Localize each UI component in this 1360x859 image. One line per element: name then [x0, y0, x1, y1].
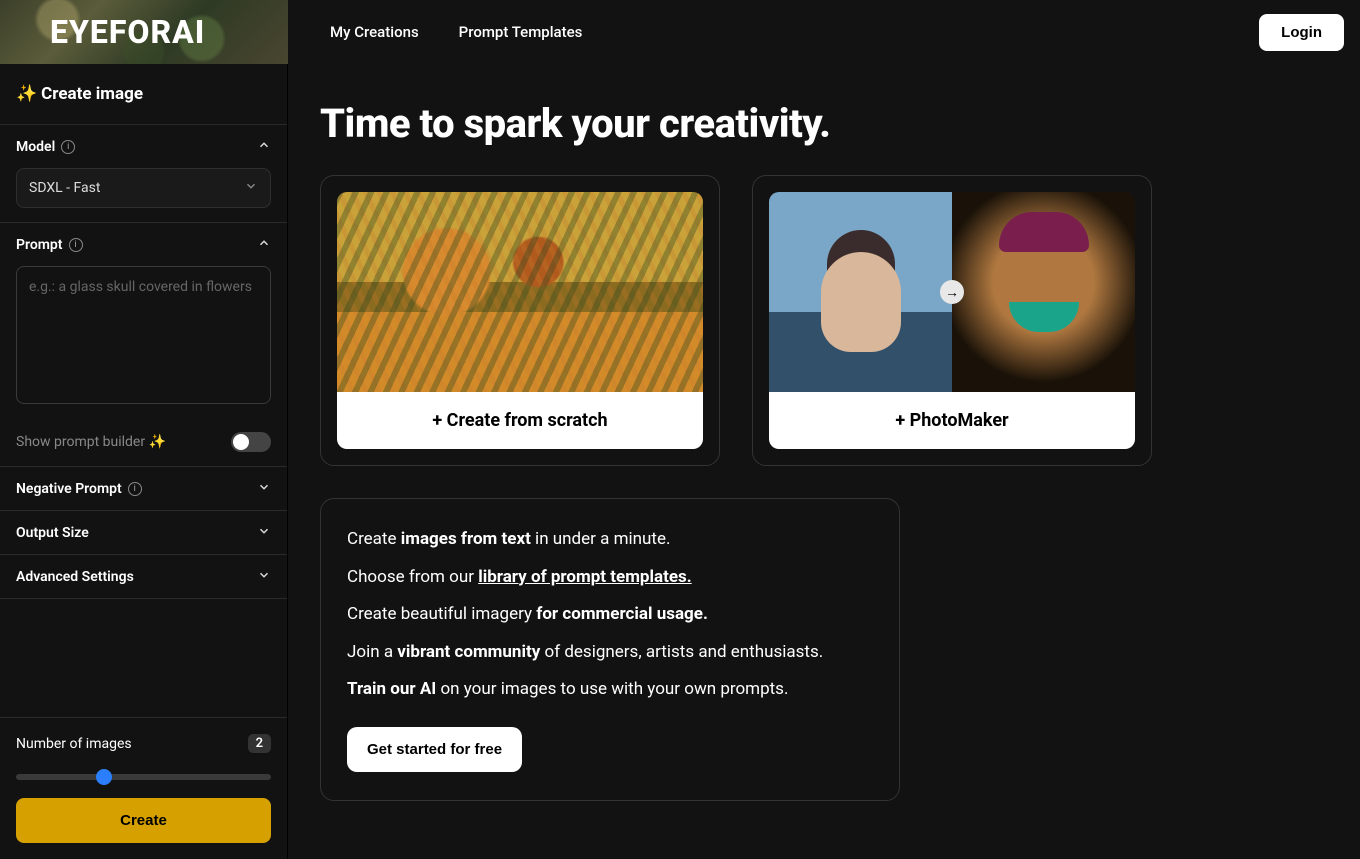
- prompt-builder-row: Show prompt builder ✨: [0, 422, 287, 466]
- photomaker-card-label: + PhotoMaker: [769, 392, 1135, 449]
- top-bar: EYEFORAI My Creations Prompt Templates L…: [0, 0, 1360, 64]
- advanced-settings-section: Advanced Settings: [0, 555, 287, 599]
- prompt-input[interactable]: [16, 266, 271, 404]
- feature-line-5: Train our AI on your images to use with …: [347, 677, 873, 703]
- output-size-label: Output Size: [16, 525, 89, 541]
- model-selected-value: SDXL - Fast: [29, 180, 100, 196]
- nav-prompt-templates[interactable]: Prompt Templates: [459, 23, 583, 41]
- model-section-header[interactable]: Model i: [0, 125, 287, 168]
- num-images-value: 2: [248, 734, 271, 753]
- photomaker-card-image: →: [769, 192, 1135, 392]
- chevron-down-icon: [244, 179, 258, 197]
- page-title: Time to spark your creativity.: [320, 64, 1328, 175]
- chevron-up-icon: [257, 235, 271, 254]
- feature-line-1: Create images from text in under a minut…: [347, 527, 873, 553]
- prompt-section: Prompt i Show prompt builder ✨: [0, 223, 287, 467]
- brand-logo-text[interactable]: EYEFORAI: [50, 13, 205, 51]
- model-section: Model i SDXL - Fast: [0, 125, 287, 223]
- create-image-label: Create image: [41, 84, 143, 104]
- photomaker-card[interactable]: → + PhotoMaker: [752, 175, 1152, 466]
- output-size-section: Output Size: [0, 511, 287, 555]
- prompt-label: Prompt: [16, 237, 63, 253]
- prompt-section-header[interactable]: Prompt i: [0, 223, 287, 266]
- chevron-down-icon: [257, 479, 271, 498]
- negative-prompt-header[interactable]: Negative Prompt i: [0, 467, 287, 510]
- chevron-up-icon: [257, 137, 271, 156]
- sidebar-bottom: Number of images 2 Create: [0, 717, 287, 859]
- create-image-header: ✨Create image: [0, 64, 287, 125]
- advanced-settings-label: Advanced Settings: [16, 569, 134, 585]
- create-from-scratch-card[interactable]: + Create from scratch: [320, 175, 720, 466]
- nav-my-creations[interactable]: My Creations: [330, 23, 419, 41]
- feature-line-2: Choose from our library of prompt templa…: [347, 565, 873, 591]
- prompt-builder-toggle[interactable]: [231, 432, 271, 452]
- advanced-settings-header[interactable]: Advanced Settings: [0, 555, 287, 598]
- chevron-down-icon: [257, 567, 271, 586]
- num-images-row: Number of images 2: [16, 734, 271, 753]
- feature-line-4: Join a vibrant community of designers, a…: [347, 640, 873, 666]
- prompt-templates-link[interactable]: library of prompt templates.: [478, 567, 691, 587]
- info-icon[interactable]: i: [128, 482, 142, 496]
- top-nav: My Creations Prompt Templates: [288, 23, 582, 41]
- scratch-card-image: [337, 192, 703, 392]
- photomaker-after-image: [952, 192, 1135, 392]
- scratch-card-label: + Create from scratch: [337, 392, 703, 449]
- brand-area: EYEFORAI: [0, 0, 288, 64]
- num-images-label: Number of images: [16, 736, 132, 752]
- creation-cards-row: + Create from scratch → + PhotoMaker: [320, 175, 1328, 466]
- login-button[interactable]: Login: [1259, 14, 1344, 51]
- sidebar: ✨Create image Model i SDXL - Fast: [0, 64, 288, 859]
- feature-line-3: Create beautiful imagery for commercial …: [347, 602, 873, 628]
- sparkle-icon: ✨: [16, 84, 37, 104]
- model-label: Model: [16, 139, 55, 155]
- get-started-button[interactable]: Get started for free: [347, 727, 522, 772]
- chevron-down-icon: [257, 523, 271, 542]
- model-select[interactable]: SDXL - Fast: [16, 168, 271, 208]
- photomaker-before-image: [769, 192, 952, 392]
- info-icon[interactable]: i: [69, 238, 83, 252]
- arrow-right-icon: →: [940, 280, 964, 304]
- negative-prompt-label: Negative Prompt: [16, 481, 122, 497]
- output-size-header[interactable]: Output Size: [0, 511, 287, 554]
- features-box: Create images from text in under a minut…: [320, 498, 900, 801]
- num-images-slider[interactable]: [16, 774, 271, 780]
- prompt-builder-label: Show prompt builder ✨: [16, 434, 166, 450]
- negative-prompt-section: Negative Prompt i: [0, 467, 287, 511]
- create-button[interactable]: Create: [16, 798, 271, 843]
- main-content: Time to spark your creativity. + Create …: [288, 64, 1360, 859]
- info-icon[interactable]: i: [61, 140, 75, 154]
